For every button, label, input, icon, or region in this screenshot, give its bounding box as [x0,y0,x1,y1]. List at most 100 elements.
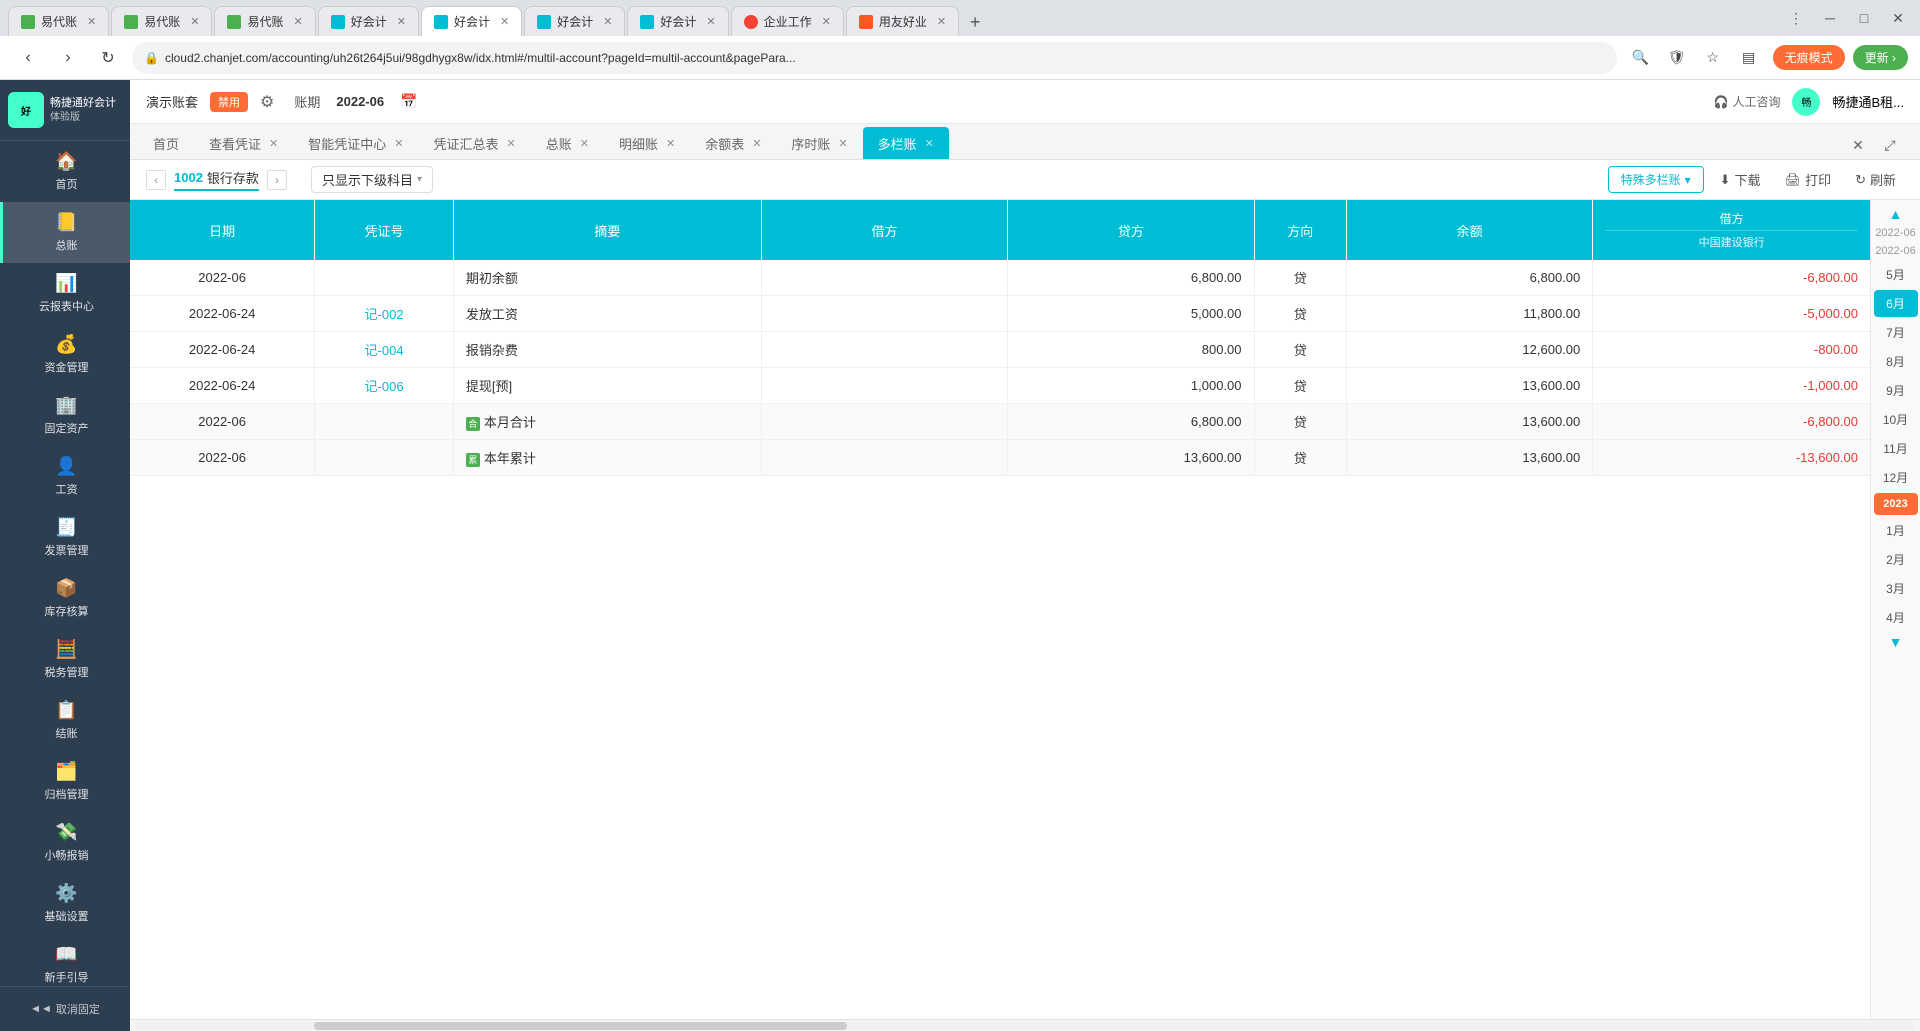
close-window-button[interactable]: ✕ [1884,4,1912,32]
month-item-sep[interactable]: 9月 [1874,377,1918,404]
scroll-thumb[interactable] [314,1022,847,1030]
month-item-jul[interactable]: 7月 [1874,319,1918,346]
browser-tab-5[interactable]: 好会计 ✕ [421,6,522,36]
sidebar-item-home[interactable]: 🏠 首页 [0,141,130,202]
search-icon[interactable]: 🔍 [1625,42,1657,74]
sidebar-item-salary[interactable]: 👤 工资 [0,446,130,507]
tab-multi-col-close[interactable]: ✕ [925,137,934,150]
refresh-button[interactable]: ↻ [92,42,124,74]
tab-list-button[interactable]: ⋮ [1782,4,1810,32]
star-icon[interactable]: ☆ [1697,42,1729,74]
month-item-apr[interactable]: 4月 [1874,604,1918,631]
tab-balance-sheet[interactable]: 余额表 ✕ [690,127,776,159]
month-item-feb[interactable]: 2月 [1874,546,1918,573]
tab-smart-voucher[interactable]: 智能凭证中心 ✕ [293,127,418,159]
tab-detail-ledger[interactable]: 明细账 ✕ [604,127,690,159]
unpin-button[interactable]: ◄◄ 取消固定 [4,995,126,1023]
voucher-link-2[interactable]: 记-002 [365,307,404,322]
calendar-icon[interactable]: 📅 [400,93,417,110]
tab-close-1[interactable]: ✕ [87,15,96,28]
browser-tab-6[interactable]: 好会计 ✕ [524,6,625,36]
tab-sequential-ledger[interactable]: 序时账 ✕ [776,127,862,159]
user-avatar[interactable]: 畅 [1792,88,1820,116]
new-tab-button[interactable]: + [961,8,989,36]
voucher-link-3[interactable]: 记-004 [365,343,404,358]
browser-tab-4[interactable]: 好会计 ✕ [318,6,419,36]
browser-tab-1[interactable]: 易代账 ✕ [8,6,109,36]
browser-tab-7[interactable]: 好会计 ✕ [627,6,728,36]
back-button[interactable]: ‹ [12,42,44,74]
tab-general-ledger-close[interactable]: ✕ [580,137,589,150]
prev-account-button[interactable]: ‹ [146,170,166,190]
month-item-nov[interactable]: 11月 [1874,435,1918,462]
sidebar-item-settings[interactable]: ⚙️ 基础设置 [0,873,130,934]
tab-close-4[interactable]: ✕ [397,15,406,28]
forward-button[interactable]: › [52,42,84,74]
tab-close-5[interactable]: ✕ [500,15,509,28]
maximize-button[interactable]: □ [1850,4,1878,32]
month-item-jan[interactable]: 1月 [1874,517,1918,544]
tab-balance-sheet-close[interactable]: ✕ [752,137,761,150]
wuhen-mode-button[interactable]: 无痕模式 [1773,45,1845,70]
month-item-oct[interactable]: 10月 [1874,406,1918,433]
sidebar-item-funds[interactable]: 💰 资金管理 [0,324,130,385]
tab-general-ledger[interactable]: 总账 ✕ [531,127,604,159]
sidebar-item-inventory[interactable]: 📦 库存核算 [0,568,130,629]
update-button[interactable]: 更新 › [1853,45,1908,70]
month-scroll-up[interactable]: ▲ [1880,204,1912,224]
tab-detail-ledger-close[interactable]: ✕ [666,137,675,150]
demo-badge[interactable]: 禁用 [210,92,248,112]
tab-view-voucher-close[interactable]: ✕ [269,137,278,150]
sidebar-item-ledger[interactable]: 📒 总账 [0,202,130,263]
sidebar-item-tax[interactable]: 🧮 税务管理 [0,629,130,690]
tab-smart-voucher-close[interactable]: ✕ [394,137,403,150]
tab-close-6[interactable]: ✕ [603,15,612,28]
browser-tab-3[interactable]: 易代账 ✕ [214,6,315,36]
download-button[interactable]: ⬇ 下载 [1712,166,1769,193]
collapse-panel-button[interactable]: ✕ [1844,131,1872,159]
expand-panel-button[interactable]: ⤢ [1876,131,1904,159]
shield-icon[interactable]: 🛡 [1661,42,1693,74]
bottom-scrollbar[interactable] [130,1019,1920,1031]
tab-close-3[interactable]: ✕ [293,15,302,28]
browser-tab-2[interactable]: 易代账 ✕ [111,6,212,36]
next-account-button[interactable]: › [267,170,287,190]
tab-voucher-summary-close[interactable]: ✕ [507,137,516,150]
refresh-data-button[interactable]: ↻ 刷新 [1847,166,1904,193]
browser-tab-8[interactable]: 企业工作 ✕ [731,6,844,36]
sidebar-item-assets[interactable]: 🏢 固定资产 [0,385,130,446]
subject-filter-dropdown[interactable]: 只显示下级科目 ▾ [311,166,433,193]
url-bar[interactable]: 🔒 cloud2.chanjet.com/accounting/uh26t264… [132,42,1617,74]
print-button[interactable]: 🖨 打印 [1777,166,1840,193]
sidebar-label-reports: 云报表中心 [39,298,94,314]
tab-view-voucher[interactable]: 查看凭证 ✕ [194,127,293,159]
tab-voucher-summary[interactable]: 凭证汇总表 ✕ [418,127,530,159]
month-item-aug[interactable]: 8月 [1874,348,1918,375]
account-selector[interactable]: 1002 银行存款 [174,168,259,191]
customer-service-button[interactable]: 🎧 人工咨询 [1714,93,1781,110]
sidebar-item-invoice[interactable]: 🧾 发票管理 [0,507,130,568]
sidebar-toggle-icon[interactable]: ▤ [1733,42,1765,74]
sidebar-item-guide[interactable]: 📖 新手引导 [0,934,130,986]
tab-close-9[interactable]: ✕ [937,15,946,28]
sidebar-item-expense[interactable]: 💸 小畅报销 [0,812,130,873]
browser-tab-9[interactable]: 用友好业 ✕ [846,6,959,36]
tab-sequential-ledger-close[interactable]: ✕ [838,137,847,150]
month-item-mar[interactable]: 3月 [1874,575,1918,602]
month-item-jun[interactable]: 6月 [1874,290,1918,317]
account-settings-icon[interactable]: ⚙ [260,92,274,112]
month-scroll-down[interactable]: ▼ [1880,632,1912,652]
sidebar-item-archive[interactable]: 🗂️ 归档管理 [0,751,130,812]
month-item-may[interactable]: 5月 [1874,261,1918,288]
sidebar-item-reports[interactable]: 📊 云报表中心 [0,263,130,324]
tab-close-8[interactable]: ✕ [822,15,831,28]
tab-multi-col[interactable]: 多栏账 ✕ [863,127,949,159]
minimize-button[interactable]: ─ [1816,4,1844,32]
special-multi-col-button[interactable]: 特殊多栏账 ▾ [1608,166,1704,193]
month-item-dec[interactable]: 12月 [1874,464,1918,491]
sidebar-item-close[interactable]: 📋 结账 [0,690,130,751]
tab-close-2[interactable]: ✕ [190,15,199,28]
tab-home[interactable]: 首页 [138,127,194,159]
tab-close-7[interactable]: ✕ [706,15,715,28]
voucher-link-4[interactable]: 记-006 [365,379,404,394]
